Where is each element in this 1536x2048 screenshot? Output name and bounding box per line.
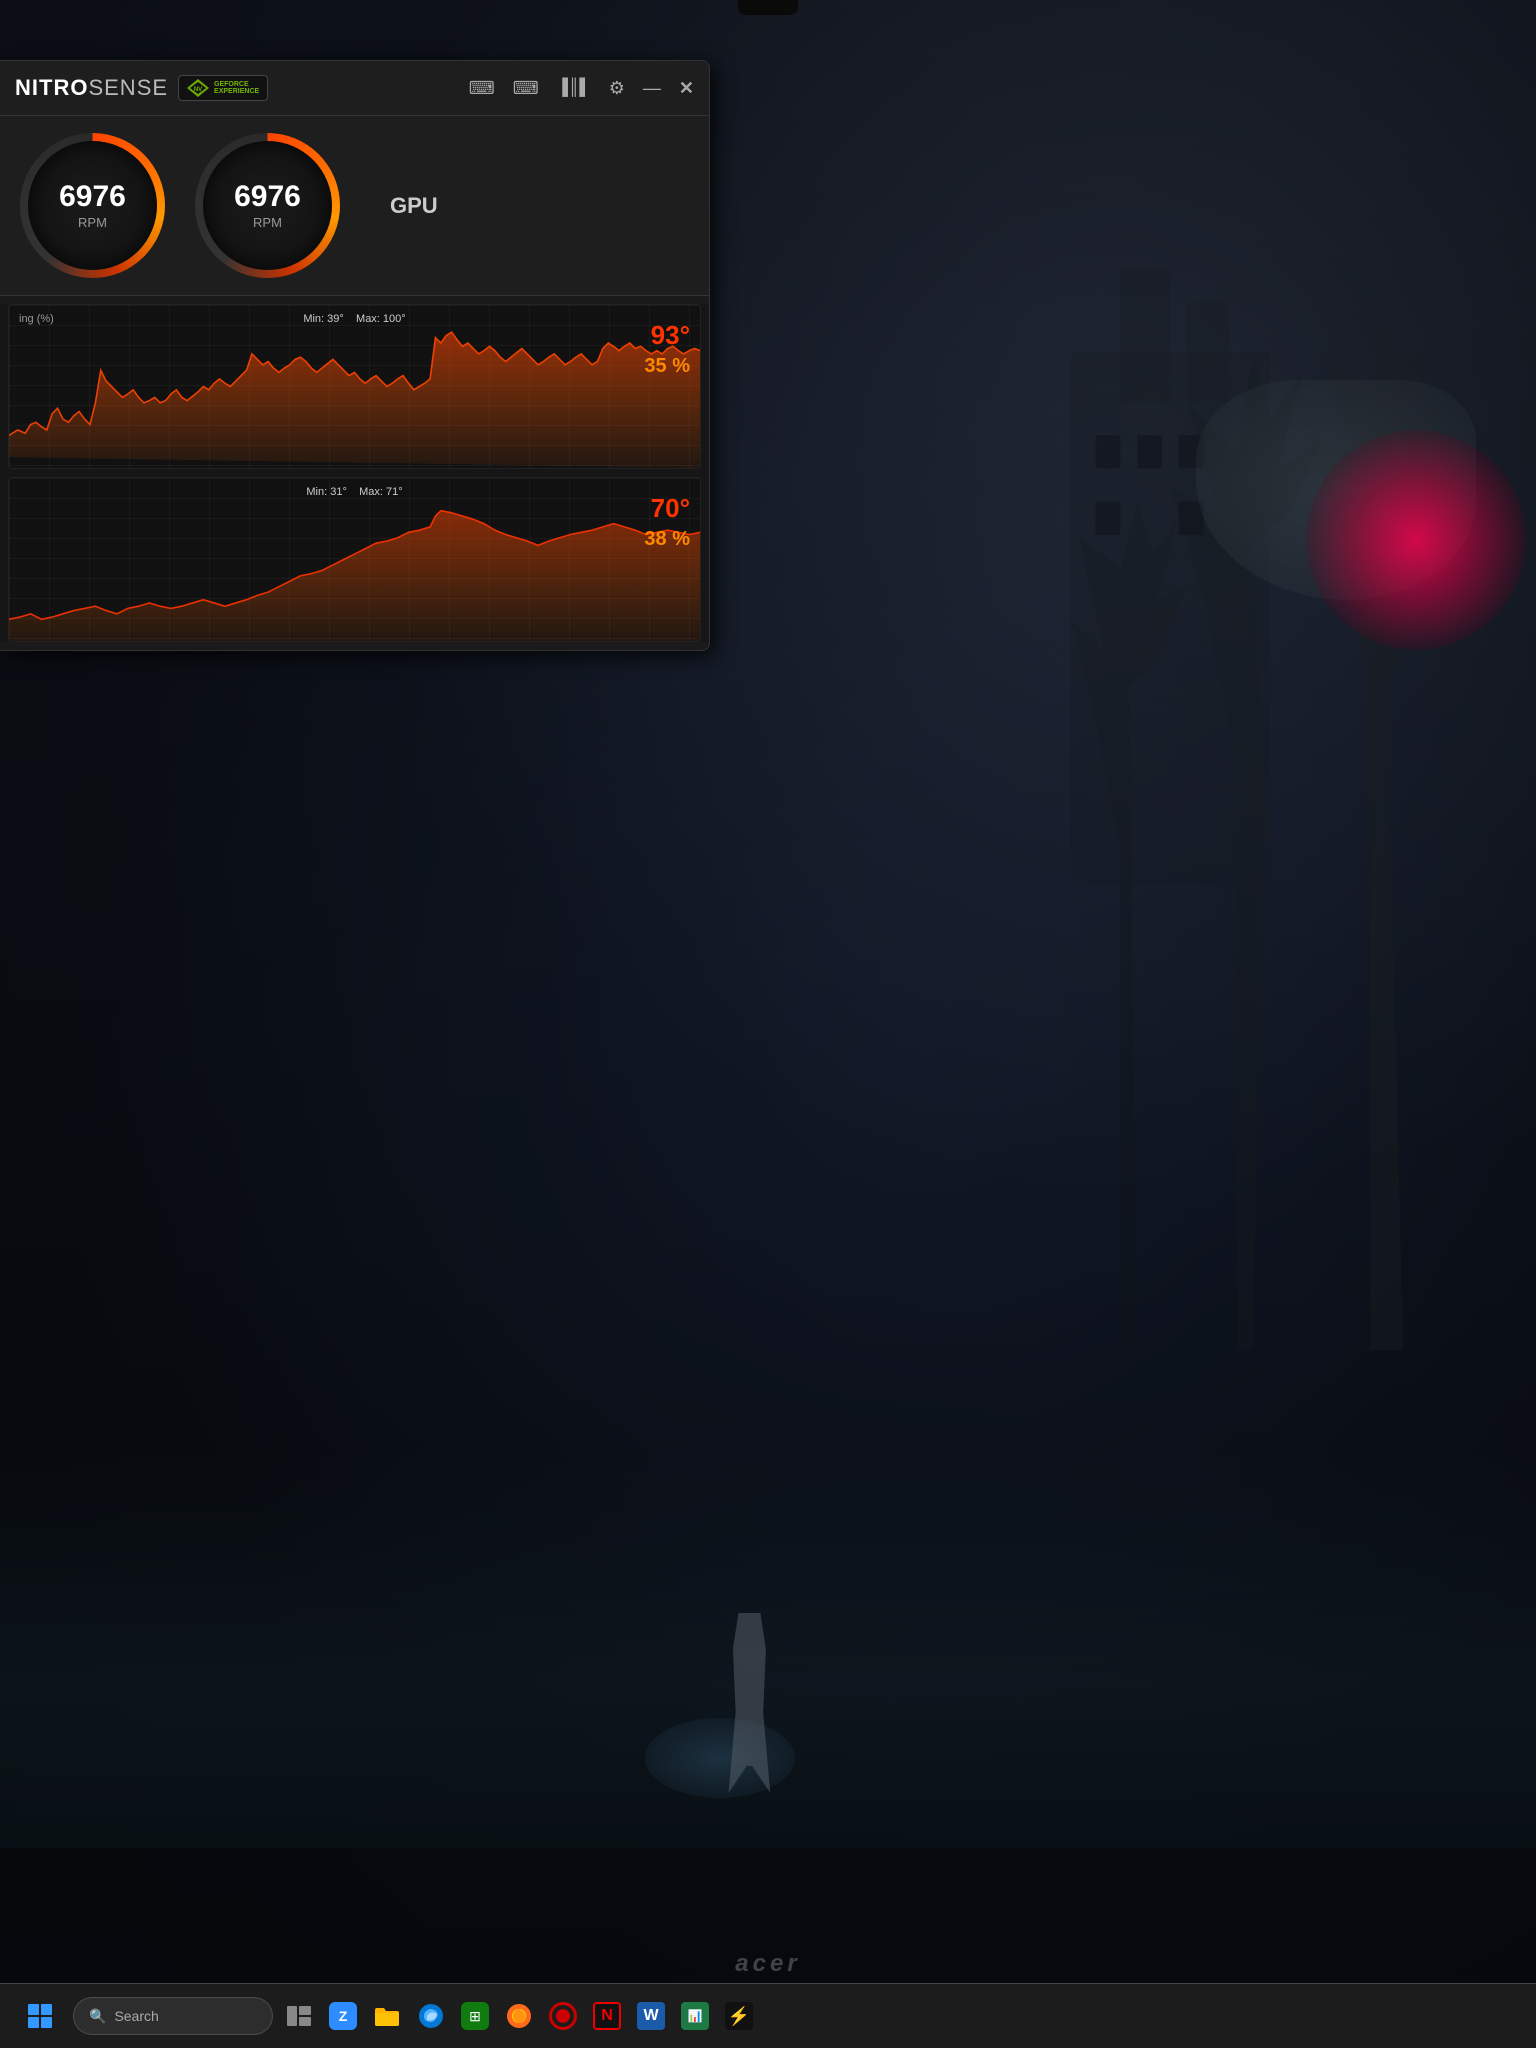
chart-top: ing (%) Min: 39° Max: 100° 93° 35 % [8,304,701,469]
word-icon[interactable]: W [633,1998,669,2034]
nitrosense-window: NITRO SENSE NV GEFORCE EXPERIENCE [0,60,710,651]
file-explorer-icon[interactable] [369,1998,405,2034]
chart-bottom-graph [9,478,700,641]
chart-top-pct: 35 % [644,355,690,378]
chart-top-minmax: Min: 39° Max: 100° [303,313,405,325]
app-title: NITRO SENSE [15,75,168,101]
title-left: NITRO SENSE NV GEFORCE EXPERIENCE [15,75,268,101]
word-logo: W [637,2002,665,2030]
settings-icon[interactable]: ⚙ [609,78,625,99]
camera-notch [738,0,798,15]
search-text: Search [114,2008,158,2024]
redcircle-inner [556,2009,570,2023]
search-icon: 🔍 [89,2008,106,2025]
edge-icon[interactable] [413,1998,449,2034]
chart-top-label: ing (%) [19,313,54,325]
title-bar: NITRO SENSE NV GEFORCE EXPERIENCE [0,61,709,116]
excel-logo: 📊 [681,2002,709,2030]
audio-icon[interactable]: ▐║▌ [557,79,591,97]
chart-bottom-minmax: Min: 31° Max: 71° [306,486,402,498]
gamepad-icon[interactable]: ⌨ [469,78,495,99]
minimize-button[interactable]: — [643,78,661,99]
firefox-svg [505,2002,533,2030]
charts-section: ing (%) Min: 39° Max: 100° 93° 35 % [0,304,709,642]
fan1-gauge: 6976 RPM [20,133,165,278]
chart-top-graph [9,305,700,468]
fan-section: 6976 RPM 6976 RPM GPU [0,116,709,296]
taskbar: 🔍 Search Z [0,1983,1536,2048]
svg-text:NV: NV [194,87,202,93]
close-button[interactable]: ✕ [679,78,694,99]
fan1-inner: 6976 RPM [28,141,157,270]
excel-icon[interactable]: 📊 [677,1998,713,2034]
fan2-inner: 6976 RPM [203,141,332,270]
nitrosense-taskbar-icon[interactable]: N [589,1998,625,2034]
nitro-label: NITRO [15,75,88,101]
wallpaper: NITRO SENSE NV GEFORCE EXPERIENCE [0,0,1536,2048]
pink-circle [1306,430,1526,650]
geforce-badge[interactable]: NV GEFORCE EXPERIENCE [178,75,268,101]
nitrosense-logo: N [593,2002,621,2030]
redcircle-logo [549,2002,577,2030]
firefox-icon[interactable] [501,1998,537,2034]
sense-label: SENSE [88,75,168,101]
title-icons: ⌨ ⌨ ▐║▌ ⚙ — ✕ [469,78,694,99]
redcircle-icon[interactable] [545,1998,581,2034]
taskview-icon[interactable] [281,1998,317,2034]
fan2-unit: RPM [253,215,282,230]
fan1-gauge-container: 6976 RPM [20,133,165,278]
start-button[interactable] [20,1996,60,2036]
game-logo: ⚡ [725,2002,753,2030]
zoom-logo: Z [329,2002,357,2030]
nvidia-icon: NV [187,79,209,97]
folder-svg [373,2004,401,2028]
gpu-label: GPU [390,193,438,219]
gamestore-logo: ⊞ [461,2002,489,2030]
chart-bottom: Min: 31° Max: 71° 70° 38 % [8,477,701,642]
game-icon[interactable]: ⚡ [721,1998,757,2034]
windows-icon [26,2002,54,2030]
fan2-value: 6976 [234,182,301,212]
fan1-value: 6976 [59,182,126,212]
geforce-text: GEFORCE EXPERIENCE [214,81,259,95]
chart-bottom-temp: 70° [651,493,690,524]
chart-bottom-pct: 38 % [644,528,690,551]
chart-top-temp: 93° [651,320,690,351]
acer-logo: acer [735,1950,800,1978]
fan1-unit: RPM [78,215,107,230]
taskview-svg [285,2002,313,2030]
gamestore-icon[interactable]: ⊞ [457,1998,493,2034]
edge-svg [417,2002,445,2030]
fan2-gauge-container: 6976 RPM [195,133,340,278]
keyboard-icon[interactable]: ⌨ [513,78,539,99]
fan2-gauge: 6976 RPM [195,133,340,278]
light-reflection [645,1718,795,1798]
search-bar[interactable]: 🔍 Search [73,1997,273,2035]
zoom-icon[interactable]: Z [325,1998,361,2034]
